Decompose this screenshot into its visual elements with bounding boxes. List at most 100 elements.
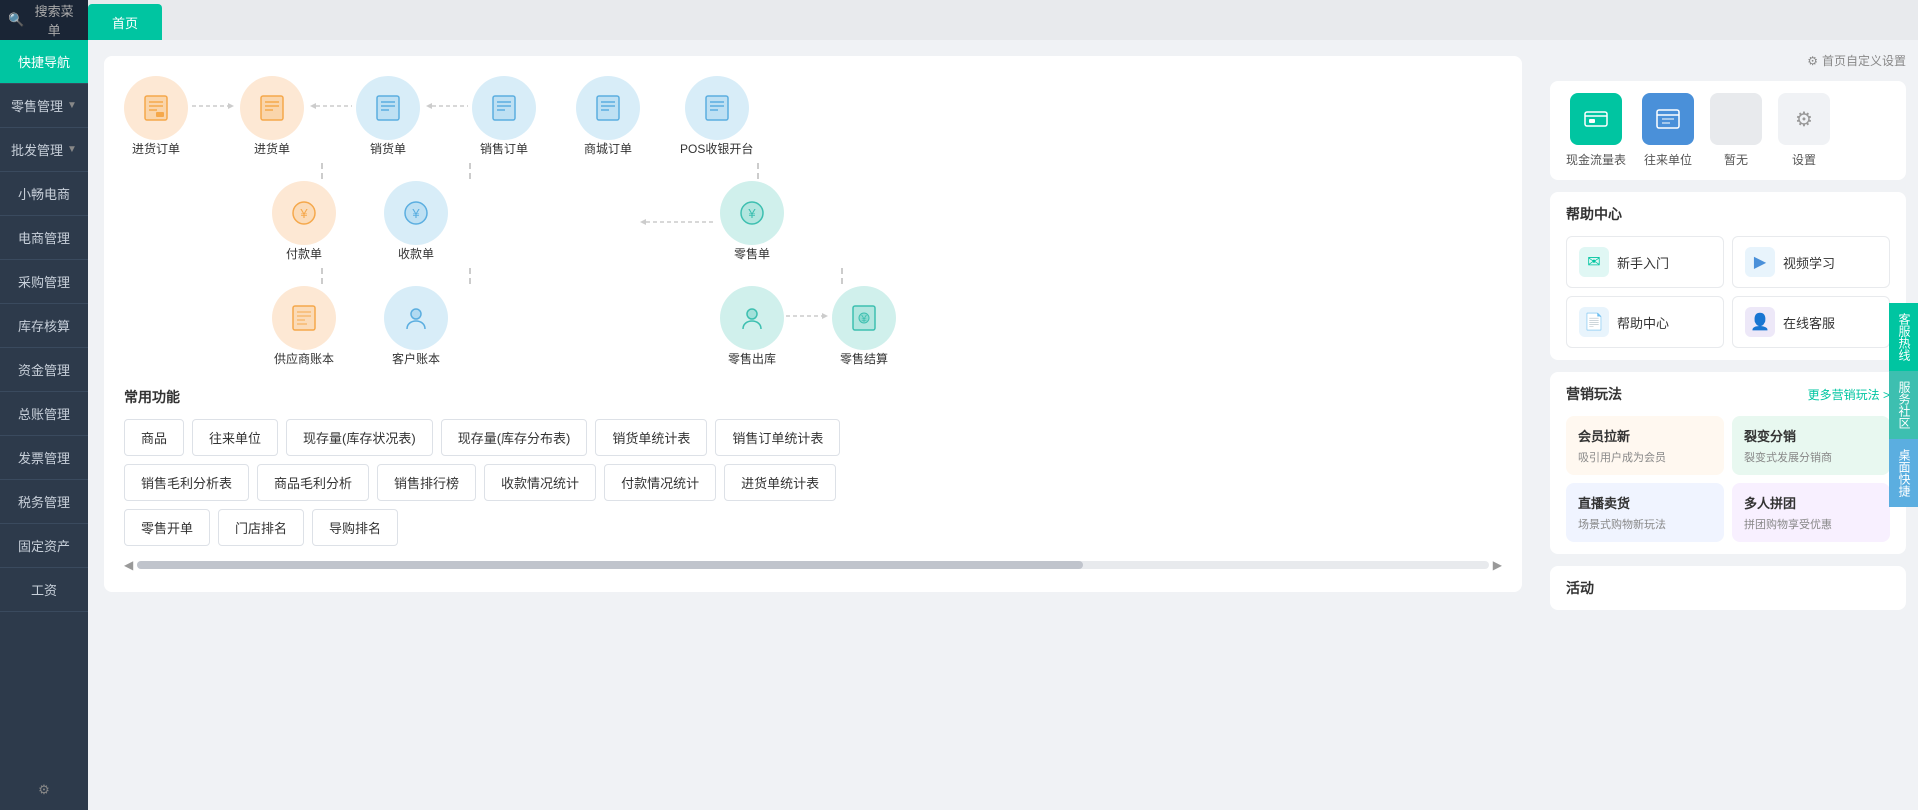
payment-icon: ¥ — [272, 181, 336, 245]
customize-label[interactable]: 首页自定义设置 — [1822, 52, 1906, 69]
node-purchase-order[interactable]: 进货订单 — [124, 76, 188, 157]
sidebar-search-label: 搜索菜单 — [28, 1, 80, 39]
pos-label: POS收银开台 — [680, 140, 753, 157]
sidebar-item-wholesale[interactable]: 批发管理 ▼ — [0, 128, 88, 172]
node-retail-warehouse[interactable]: 零售出库 — [720, 286, 784, 367]
func-stock-status[interactable]: 现存量(库存状况表) — [286, 419, 433, 456]
func-payment-stats[interactable]: 付款情况统计 — [604, 464, 716, 501]
node-payment[interactable]: ¥ 付款单 — [272, 181, 336, 262]
none-label: 暂无 — [1724, 151, 1748, 168]
svg-text:¥: ¥ — [747, 206, 756, 221]
node-sales-bill[interactable]: 销货单 — [356, 76, 420, 157]
live-title: 直播卖货 — [1578, 493, 1712, 512]
func-contacts[interactable]: 往来单位 — [192, 419, 278, 456]
help-grid: ✉ 新手入门 ▶ 视频学习 📄 帮助中心 👤 在线客服 — [1566, 236, 1890, 348]
help-online-service[interactable]: 👤 在线客服 — [1732, 296, 1890, 348]
sidebar-item-quick-nav[interactable]: 快捷导航 — [0, 40, 88, 84]
marketing-more[interactable]: 更多营销玩法 > — [1808, 386, 1890, 403]
marketing-panel: 营销玩法 更多营销玩法 > 会员拉新 吸引用户成为会员 裂变分销 裂变式发展分销… — [1550, 372, 1906, 554]
vc-payment — [321, 268, 323, 284]
sidebar-settings[interactable]: ⚙ — [0, 770, 88, 810]
sidebar-search[interactable]: 🔍 搜索菜单 — [0, 0, 88, 40]
sidebar-item-tax[interactable]: 税务管理 — [0, 480, 88, 524]
arrow-left-1 — [306, 100, 354, 134]
sidebar-item-label: 发票管理 — [18, 448, 70, 467]
vc-row-1 — [124, 161, 1502, 181]
settings-icon: ⚙ — [38, 782, 50, 797]
vc-purchase-receipt — [321, 163, 323, 179]
node-customer-ledger[interactable]: 客户账本 — [384, 286, 448, 367]
func-store-rank[interactable]: 门店排名 — [218, 509, 304, 546]
qa-cash-flow[interactable]: 现金流量表 — [1566, 93, 1626, 168]
retail-settlement-label: 零售结算 — [840, 350, 888, 367]
func-goods-margin[interactable]: 商品毛利分析 — [257, 464, 369, 501]
sidebar-item-inventory[interactable]: 库存核算 — [0, 304, 88, 348]
node-sales-order[interactable]: 销售订单 — [472, 76, 536, 157]
retail-bill-label: 零售单 — [734, 245, 770, 262]
func-purchase-stats[interactable]: 进货单统计表 — [724, 464, 836, 501]
quick-access-panel: 现金流量表 往来单位 — [1550, 81, 1906, 180]
mall-order-icon — [576, 76, 640, 140]
scroll-left-arrow[interactable]: ◀ — [124, 558, 133, 572]
func-receipt-stats[interactable]: 收款情况统计 — [484, 464, 596, 501]
sidebar-item-fixed-assets[interactable]: 固定资产 — [0, 524, 88, 568]
marketing-member[interactable]: 会员拉新 吸引用户成为会员 — [1566, 416, 1724, 475]
fission-desc: 裂变式发展分销商 — [1744, 449, 1878, 465]
func-stock-dist[interactable]: 现存量(库存分布表) — [441, 419, 588, 456]
node-retail-bill[interactable]: ¥ 零售单 — [720, 181, 784, 262]
func-sales-margin[interactable]: 销售毛利分析表 — [124, 464, 249, 501]
func-sales-stats[interactable]: 销货单统计表 — [595, 419, 707, 456]
main: 首页 — [88, 0, 1918, 810]
marketing-live[interactable]: 直播卖货 场景式购物新玩法 — [1566, 483, 1724, 542]
func-row-3: 零售开单 门店排名 导购排名 — [124, 509, 1502, 546]
sidebar-item-label: 小畅电商 — [18, 184, 70, 203]
sidebar-item-ecom[interactable]: 电商管理 — [0, 216, 88, 260]
marketing-group[interactable]: 多人拼团 拼团购物享受优惠 — [1732, 483, 1890, 542]
func-guide-rank[interactable]: 导购排名 — [312, 509, 398, 546]
func-sales-rank[interactable]: 销售排行榜 — [377, 464, 476, 501]
sidebar-item-retail[interactable]: 零售管理 ▼ — [0, 84, 88, 128]
sidebar-item-purchase[interactable]: 采购管理 — [0, 260, 88, 304]
node-mall-order[interactable]: 商城订单 — [576, 76, 640, 157]
sidebar-item-invoice[interactable]: 发票管理 — [0, 436, 88, 480]
node-receipt[interactable]: ¥ 收款单 — [384, 181, 448, 262]
marketing-grid: 会员拉新 吸引用户成为会员 裂变分销 裂变式发展分销商 直播卖货 场景式购物新玩… — [1566, 416, 1890, 542]
sales-bill-label: 销货单 — [370, 140, 406, 157]
supplier-ledger-label: 供应商账本 — [274, 350, 334, 367]
scroll-right-arrow[interactable]: ▶ — [1493, 558, 1502, 572]
sidebar-item-ledger[interactable]: 总账管理 — [0, 392, 88, 436]
node-pos[interactable]: POS收银开台 — [680, 76, 753, 157]
node-retail-settlement[interactable]: ¥ 零售结算 — [832, 286, 896, 367]
sidebar-item-label: 采购管理 — [18, 272, 70, 291]
float-desktop[interactable]: 桌面快捷 — [1889, 439, 1918, 507]
func-sales-order-stats[interactable]: 销售订单统计表 — [715, 419, 840, 456]
tab-home[interactable]: 首页 — [88, 4, 162, 40]
search-icon: 🔍 — [8, 12, 24, 28]
online-service-icon: 👤 — [1745, 307, 1775, 337]
help-beginner[interactable]: ✉ 新手入门 — [1566, 236, 1724, 288]
activity-panel: 活动 — [1550, 566, 1906, 610]
help-center-item[interactable]: 📄 帮助中心 — [1566, 296, 1724, 348]
sidebar-item-finance[interactable]: 资金管理 — [0, 348, 88, 392]
contacts-label: 往来单位 — [1644, 151, 1692, 168]
svg-text:¥: ¥ — [411, 206, 420, 221]
float-customer-service[interactable]: 客服热线 — [1889, 303, 1918, 371]
qa-none[interactable]: 暂无 — [1710, 93, 1762, 168]
help-video[interactable]: ▶ 视频学习 — [1732, 236, 1890, 288]
sidebar-item-salary[interactable]: 工资 — [0, 568, 88, 612]
video-icon: ▶ — [1745, 247, 1775, 277]
settings-label: 设置 — [1792, 151, 1816, 168]
customer-ledger-label: 客户账本 — [392, 350, 440, 367]
node-supplier-ledger[interactable]: 供应商账本 — [272, 286, 336, 367]
marketing-fission[interactable]: 裂变分销 裂变式发展分销商 — [1732, 416, 1890, 475]
func-retail-order[interactable]: 零售开单 — [124, 509, 210, 546]
func-goods[interactable]: 商品 — [124, 419, 184, 456]
node-purchase-receipt[interactable]: 进货单 — [240, 76, 304, 157]
qa-settings[interactable]: ⚙ 设置 — [1778, 93, 1830, 168]
vc-receipt — [469, 268, 471, 284]
qa-contacts[interactable]: 往来单位 — [1642, 93, 1694, 168]
qa-icons: 现金流量表 往来单位 — [1566, 93, 1890, 168]
float-community[interactable]: 服务社区 — [1889, 371, 1918, 439]
sidebar-item-ecom-small[interactable]: 小畅电商 — [0, 172, 88, 216]
scroll-track[interactable] — [137, 561, 1489, 569]
